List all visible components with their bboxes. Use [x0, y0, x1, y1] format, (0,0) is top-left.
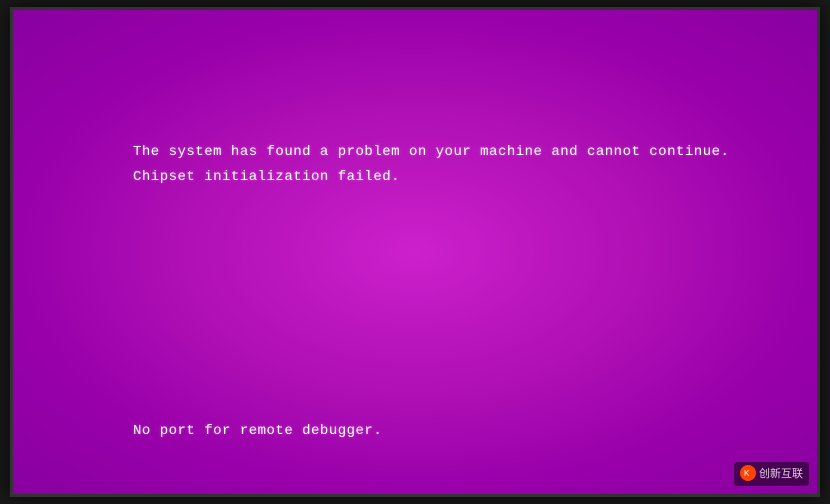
watermark-text: 创新互联 [759, 465, 803, 481]
watermark: K 创新互联 [734, 462, 809, 486]
svg-text:K: K [744, 469, 750, 478]
screen-content: The system has found a problem on your m… [13, 10, 817, 494]
monitor-frame: The system has found a problem on your m… [10, 7, 820, 497]
bottom-section: No port for remote debugger. [13, 419, 817, 494]
logo-icon: K [740, 465, 756, 481]
remote-debugger-message: No port for remote debugger. [133, 419, 817, 444]
error-section: The system has found a problem on your m… [13, 10, 817, 190]
error-line-1: The system has found a problem on your m… [133, 140, 817, 165]
watermark-logo: K 创新互联 [740, 465, 803, 481]
error-line-2: Chipset initialization failed. [133, 165, 817, 190]
